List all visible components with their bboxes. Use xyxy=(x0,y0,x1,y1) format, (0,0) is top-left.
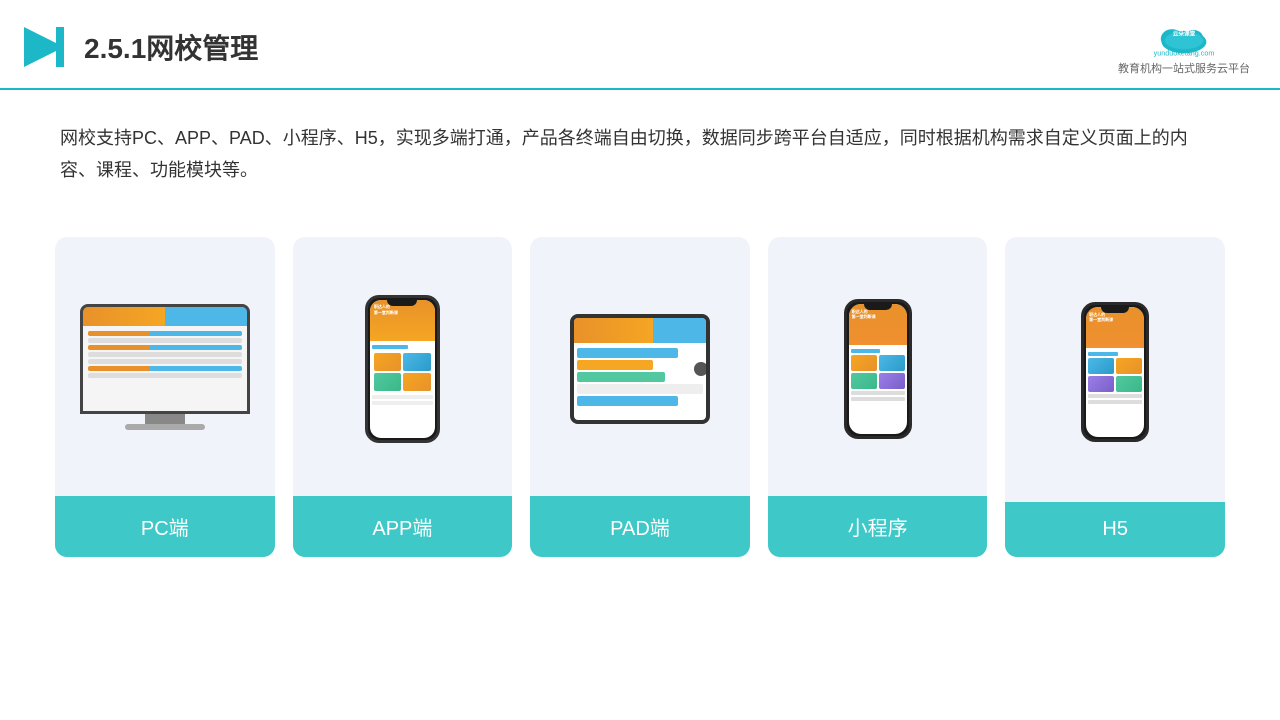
card-app-image: 职达人的第一堂判断课 xyxy=(293,237,513,496)
svg-text:yunduoketang.com: yunduoketang.com xyxy=(1154,49,1215,58)
tablet-mockup xyxy=(570,314,710,424)
card-h5: 职达人的第一堂判断课 H5 xyxy=(1005,237,1225,557)
description-text: 网校支持PC、APP、PAD、小程序、H5，实现多端打通，产品各终端自由切换，数… xyxy=(0,90,1280,207)
phone-mockup-app: 职达人的第一堂判断课 xyxy=(365,295,440,443)
mini-phone-mockup-wx: 职达人的第一堂判断课 xyxy=(844,299,912,439)
brand-logo: yunduoketang.com 云朵课堂 教育机构一站式服务云平台 xyxy=(1118,18,1250,76)
card-pad-image xyxy=(530,237,750,496)
card-app: 职达人的第一堂判断课 APP端 xyxy=(293,237,513,557)
cards-container: PC端 职达人的第一堂判断课 xyxy=(0,217,1280,577)
mini-phone-notch-h5 xyxy=(1101,305,1129,313)
header: 2.5.1网校管理 yunduoketang.com 云朵课堂 教育机构一站式服… xyxy=(0,0,1280,90)
phone-screen-app: 职达人的第一堂判断课 xyxy=(370,300,435,438)
card-h5-label: H5 xyxy=(1005,502,1225,557)
brand-tagline: 教育机构一站式服务云平台 xyxy=(1118,60,1250,76)
header-left: 2.5.1网校管理 xyxy=(20,23,258,71)
card-pc-label: PC端 xyxy=(55,496,275,557)
mini-phone-screen-h5: 职达人的第一堂判断课 xyxy=(1086,307,1144,437)
card-pc: PC端 xyxy=(55,237,275,557)
card-miniprogram-image: 职达人的第一堂判断课 xyxy=(768,237,988,496)
brand-icon: yunduoketang.com 云朵课堂 xyxy=(1144,18,1224,58)
mini-phone-mockup-h5: 职达人的第一堂判断课 xyxy=(1081,302,1149,442)
logo-icon xyxy=(20,23,68,71)
card-pad: PAD端 xyxy=(530,237,750,557)
card-pc-image xyxy=(55,237,275,496)
card-miniprogram: 职达人的第一堂判断课 小程序 xyxy=(768,237,988,557)
mini-phone-screen-wx: 职达人的第一堂判断课 xyxy=(849,304,907,434)
card-app-label: APP端 xyxy=(293,496,513,557)
card-pad-label: PAD端 xyxy=(530,496,750,557)
phone-notch-app xyxy=(387,298,417,306)
page-title: 2.5.1网校管理 xyxy=(84,27,258,67)
tablet-home-btn xyxy=(694,362,708,376)
card-miniprogram-label: 小程序 xyxy=(768,496,988,557)
tablet-screen xyxy=(574,318,706,420)
pc-mockup xyxy=(80,304,250,434)
card-h5-image: 职达人的第一堂判断课 xyxy=(1005,237,1225,502)
mini-phone-notch-wx xyxy=(864,302,892,310)
